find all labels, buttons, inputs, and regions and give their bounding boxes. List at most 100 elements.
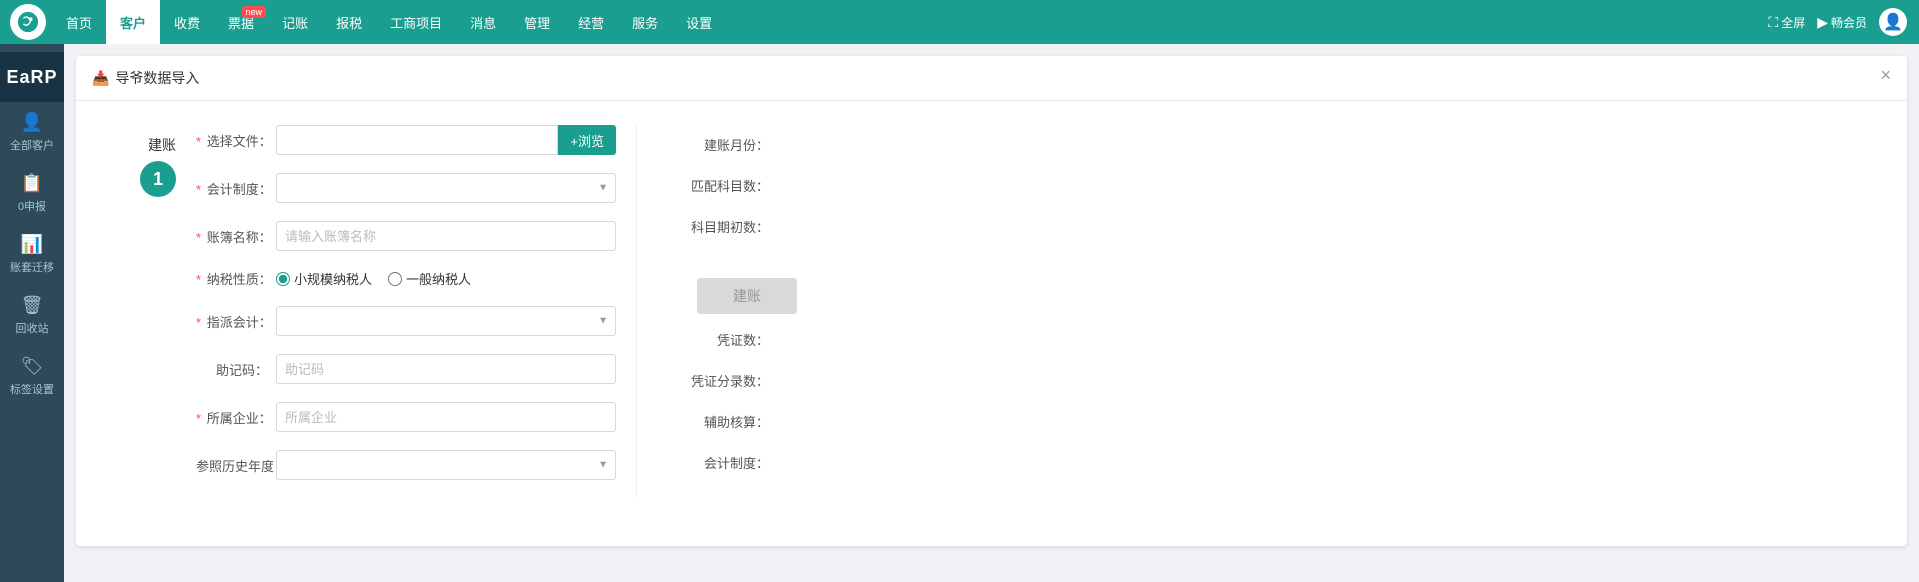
voucher-entries-row: 凭证分录数： bbox=[677, 371, 1867, 390]
panel-body: 建账 1 * 选择文件： +浏览 bbox=[76, 101, 1907, 522]
step-circle: 1 bbox=[140, 161, 176, 197]
browse-button[interactable]: +浏览 bbox=[558, 125, 616, 155]
voucher-entries-label: 凭证分录数： bbox=[677, 371, 777, 390]
small-taxpayer-radio[interactable] bbox=[276, 272, 290, 286]
nav-billing[interactable]: 收费 bbox=[160, 0, 214, 44]
assist-calc-row: 辅助核算： bbox=[677, 412, 1867, 431]
subject-initial-label: 科目期初数： bbox=[677, 217, 777, 236]
step-label: 建账 bbox=[148, 135, 176, 155]
panel-close-button[interactable]: × bbox=[1880, 66, 1891, 84]
build-month-label: 建账月份： bbox=[677, 135, 777, 154]
reference-year-row: 参照历史年度： ▼ bbox=[196, 450, 616, 480]
required-star-6: * bbox=[196, 411, 201, 426]
nav-industry[interactable]: 工商项目 bbox=[376, 0, 456, 44]
general-taxpayer-label: 一般纳税人 bbox=[406, 269, 471, 288]
tax-type-radio-group: 小规模纳税人 一般纳税人 bbox=[276, 269, 616, 288]
company-row: * 所属企业： bbox=[196, 402, 616, 432]
general-taxpayer-radio[interactable] bbox=[388, 272, 402, 286]
vip-icon: ▶ bbox=[1817, 14, 1828, 31]
nav-home[interactable]: 首页 bbox=[52, 0, 106, 44]
company-input[interactable] bbox=[276, 402, 616, 432]
fullscreen-button[interactable]: ⛶ 全屏 bbox=[1768, 14, 1805, 31]
fullscreen-icon: ⛶ bbox=[1768, 14, 1778, 31]
main-layout: EaRP 👤 全部客户 📋 0申报 📊 账套迁移 🗑 回收站 🏷 标签设置 📥 bbox=[0, 44, 1919, 582]
ledger-name-row: * 账簿名称： bbox=[196, 221, 616, 251]
nav-right: ⛶ 全屏 ▶ 畅会员 👤 bbox=[1768, 8, 1907, 36]
accounting-system-select[interactable] bbox=[276, 173, 616, 203]
user-avatar[interactable]: 👤 bbox=[1879, 8, 1907, 36]
nav-ledger[interactable]: 记账 bbox=[268, 0, 322, 44]
match-subjects-row: 匹配科目数： bbox=[677, 176, 1867, 195]
small-taxpayer-option[interactable]: 小规模纳税人 bbox=[276, 269, 372, 288]
reference-year-label: 参照历史年度： bbox=[196, 456, 276, 475]
nav-service[interactable]: 服务 bbox=[618, 0, 672, 44]
small-taxpayer-label: 小规模纳税人 bbox=[294, 269, 372, 288]
match-subjects-label: 匹配科目数： bbox=[677, 176, 777, 195]
step-section: 建账 1 bbox=[116, 125, 196, 498]
nav-customer[interactable]: 客户 bbox=[106, 0, 160, 44]
accounting-system-label: * 会计制度： bbox=[196, 179, 276, 198]
nav-tax[interactable]: 报税 bbox=[322, 0, 376, 44]
sidebar-item-declaration[interactable]: 📋 0申报 bbox=[0, 163, 64, 224]
company-label: * 所属企业： bbox=[196, 408, 276, 427]
panel-header: 📥 导爷数据导入 × bbox=[76, 56, 1907, 101]
nav-settings[interactable]: 设置 bbox=[672, 0, 726, 44]
file-input-wrapper: +浏览 bbox=[276, 125, 616, 155]
sidebar-logo: EaRP bbox=[0, 52, 64, 102]
accounting-system-info-row: 会计制度： bbox=[677, 453, 1867, 472]
assist-calc-label: 辅助核算： bbox=[677, 412, 777, 431]
general-taxpayer-option[interactable]: 一般纳税人 bbox=[388, 269, 471, 288]
required-star-2: * bbox=[196, 182, 201, 197]
sidebar-item-account-migration[interactable]: 📊 账套迁移 bbox=[0, 224, 64, 285]
vip-button[interactable]: ▶ 畅会员 bbox=[1817, 14, 1867, 31]
accounting-system-select-wrapper: ▼ bbox=[276, 173, 616, 203]
ledger-name-input[interactable] bbox=[276, 221, 616, 251]
nav-invoice[interactable]: 票据 new bbox=[214, 0, 268, 44]
tag-settings-icon: 🏷 bbox=[21, 356, 44, 377]
form-section: * 选择文件： +浏览 * 会计制度： bbox=[196, 125, 616, 498]
panel-title: 导爷数据导入 bbox=[115, 68, 199, 88]
earp-logo-text: EaRP bbox=[6, 67, 57, 88]
nav-message[interactable]: 消息 bbox=[456, 0, 510, 44]
import-panel: 📥 导爷数据导入 × 建账 1 * 选择文件： bbox=[76, 56, 1907, 546]
reference-year-select[interactable] bbox=[276, 450, 616, 480]
tax-type-row: * 纳税性质： 小规模纳税人 一般纳税人 bbox=[196, 269, 616, 288]
top-navigation: 首页 客户 收费 票据 new 记账 报税 工商项目 消息 管理 经营 服务 设… bbox=[0, 0, 1919, 44]
assign-accountant-select[interactable] bbox=[276, 306, 616, 336]
accounting-system-info-label: 会计制度： bbox=[677, 453, 777, 472]
tax-type-label: * 纳税性质： bbox=[196, 269, 276, 288]
assign-accountant-row: * 指派会计： ▼ bbox=[196, 306, 616, 336]
invoice-badge: new bbox=[242, 6, 267, 18]
subject-initial-row: 科目期初数： bbox=[677, 217, 1867, 236]
sidebar-item-tag-settings[interactable]: 🏷 标签设置 bbox=[0, 346, 64, 407]
app-logo bbox=[10, 4, 46, 40]
assign-accountant-select-wrapper: ▼ bbox=[276, 306, 616, 336]
sidebar-item-recycle[interactable]: 🗑 回收站 bbox=[0, 285, 64, 346]
recycle-icon: 🗑 bbox=[21, 295, 44, 316]
nav-manage[interactable]: 管理 bbox=[510, 0, 564, 44]
main-content: 📥 导爷数据导入 × 建账 1 * 选择文件： bbox=[64, 44, 1919, 582]
assist-code-row: 助记码： bbox=[196, 354, 616, 384]
voucher-count-row: 凭证数： bbox=[677, 330, 1867, 349]
sidebar: EaRP 👤 全部客户 📋 0申报 📊 账套迁移 🗑 回收站 🏷 标签设置 bbox=[0, 44, 64, 582]
select-file-row: * 选择文件： +浏览 bbox=[196, 125, 616, 155]
account-migration-icon: 📊 bbox=[21, 234, 43, 255]
ledger-name-label: * 账簿名称： bbox=[196, 227, 276, 246]
panel-title-icon: 📥 bbox=[92, 70, 109, 87]
assist-code-label: 助记码： bbox=[196, 360, 276, 379]
accounting-system-row: * 会计制度： ▼ bbox=[196, 173, 616, 203]
required-star-5: * bbox=[196, 315, 201, 330]
all-clients-icon: 👤 bbox=[21, 112, 43, 133]
required-star-3: * bbox=[196, 230, 201, 245]
sidebar-item-all-clients[interactable]: 👤 全部客户 bbox=[0, 102, 64, 163]
build-btn-container: 建账 bbox=[677, 258, 1867, 314]
assign-accountant-label: * 指派会计： bbox=[196, 312, 276, 331]
select-file-label: * 选择文件： bbox=[196, 131, 276, 150]
build-account-button[interactable]: 建账 bbox=[697, 278, 797, 314]
assist-code-input[interactable] bbox=[276, 354, 616, 384]
nav-items: 首页 客户 收费 票据 new 记账 报税 工商项目 消息 管理 经营 服务 设… bbox=[52, 0, 1768, 44]
reference-year-select-wrapper: ▼ bbox=[276, 450, 616, 480]
file-input[interactable] bbox=[276, 125, 558, 155]
required-star: * bbox=[196, 134, 201, 149]
nav-operation[interactable]: 经营 bbox=[564, 0, 618, 44]
